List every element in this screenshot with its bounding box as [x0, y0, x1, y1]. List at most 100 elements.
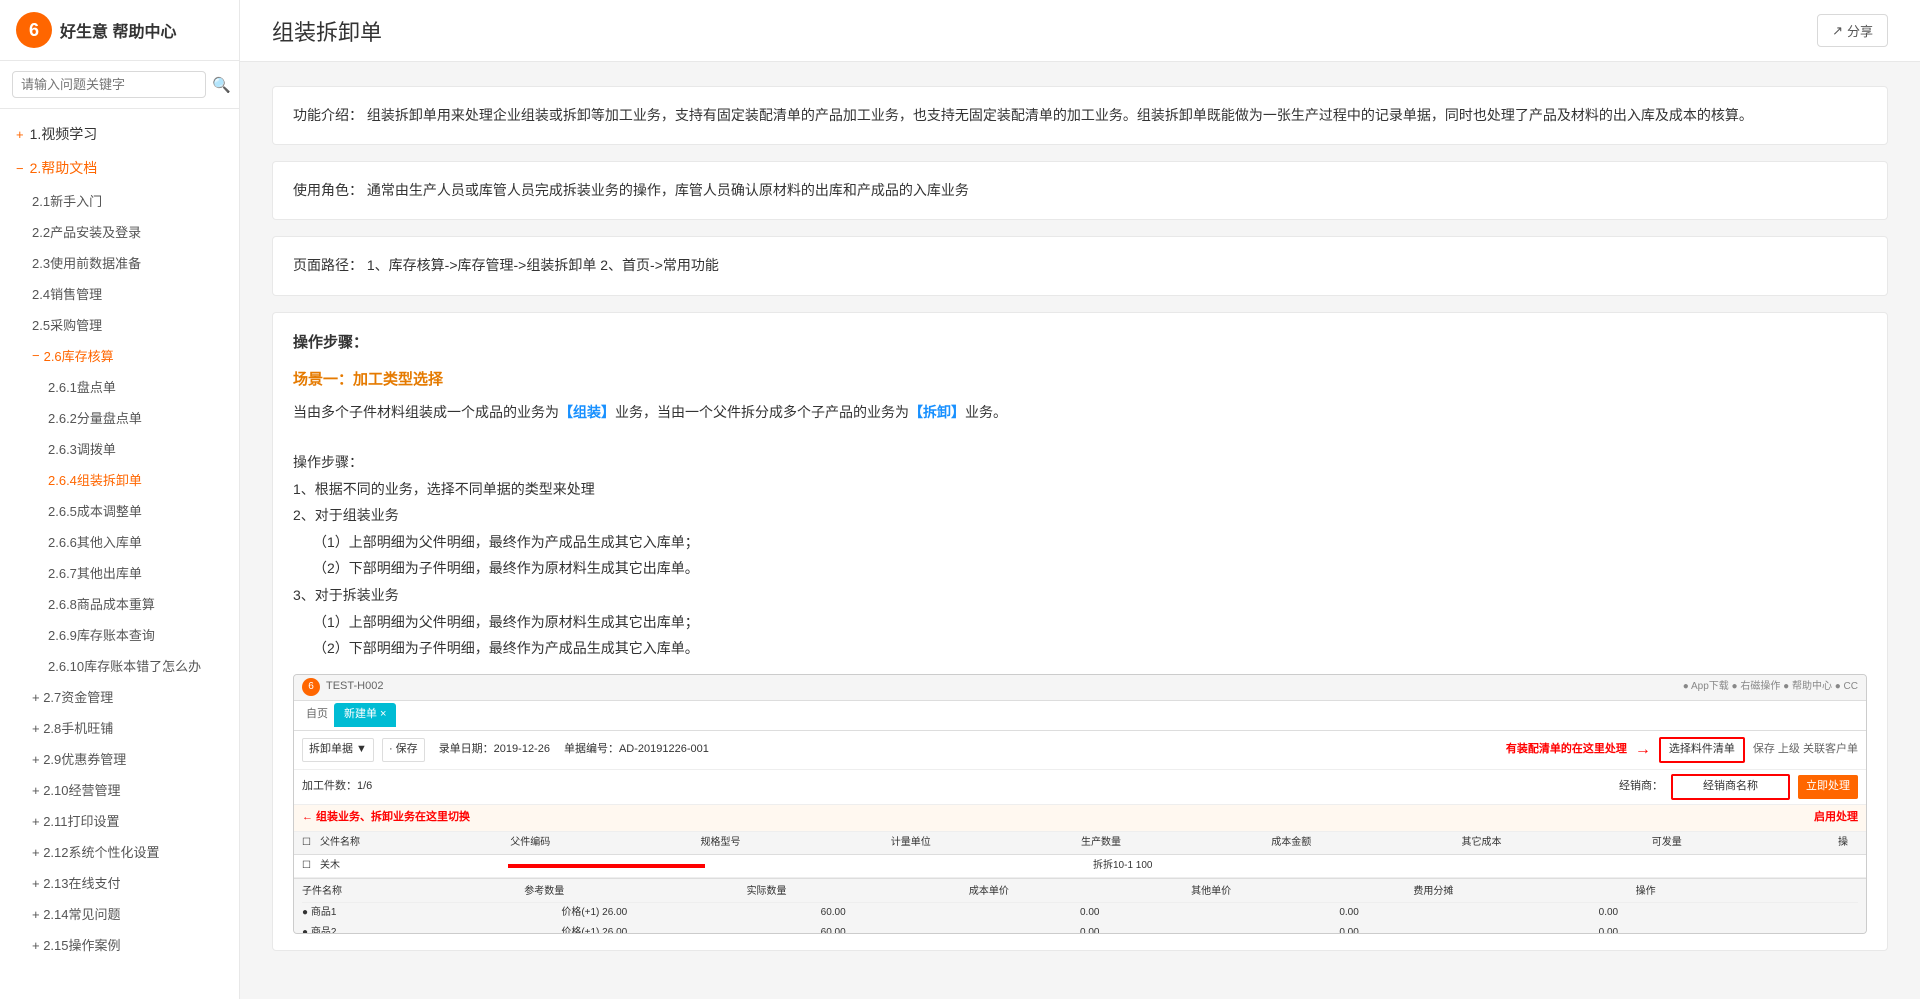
step3-2: （2）下部明细为子件明细，最终作为产成品生成其它入库单。 [293, 635, 1867, 662]
mock-topbar: 6 TEST-H002 ● App下载 ● 右磁操作 ● 帮助中心 ● CC [294, 675, 1866, 701]
sub-row-1: ● 商品1 价格(+1) 26.00 60.00 0.00 0.00 0.00 [302, 903, 1858, 923]
td-parent-name: 关木 [316, 857, 508, 875]
minus-icon: − [16, 161, 24, 176]
mock-annotation-row: ← 组装业务、拆卸业务在这里切换 启用处理 [294, 805, 1866, 832]
sub-row-2: ● 商品2 价格(+1) 26.00 60.00 0.00 0.00 0.00 [302, 923, 1858, 934]
search-box: 🔍 [0, 61, 239, 109]
sidebar-item-ops[interactable]: + 2.10经营管理 [0, 774, 239, 805]
step1: 1、根据不同的业务，选择不同单据的类型来处理 [293, 476, 1867, 503]
th-other-cost: 其它成本 [1458, 834, 1648, 852]
sidebar-item-label: 1.视频学习 [30, 124, 98, 144]
sidebar-item-cost-adjust[interactable]: 2.6.5成本调整单 [0, 495, 239, 526]
mock-date: 录单日期：2019-12-26 [439, 740, 550, 760]
mock-logo: 6 [302, 678, 320, 696]
sidebar-item-ledger-fix[interactable]: 2.6.10库存账本错了怎么办 [0, 650, 239, 681]
sidebar-header: 6 好生意 帮助中心 [0, 0, 239, 61]
sidebar-item-finance[interactable]: + 2.7资金管理 [0, 681, 239, 712]
search-icon[interactable]: 🔍 [212, 76, 231, 94]
sub-td-c23: 0.00 [1599, 924, 1858, 934]
sidebar-item-purchase[interactable]: 2.5采购管理 [0, 309, 239, 340]
th-qty: 生产数量 [1077, 834, 1267, 852]
logo-text: 好生意 帮助中心 [60, 18, 176, 42]
sidebar-item-new-user[interactable]: 2.1新手入门 [0, 185, 239, 216]
mock-num-label: 加工件数：1/6 [302, 777, 372, 797]
mock-form-header: 拆卸单据 ▼ · 保存 录单日期：2019-12-26 单据编号：AD-2019… [294, 731, 1866, 771]
mock-sub-header: 子件名称 参考数量 实际数量 成本单价 其他单价 费用分摊 操作 [302, 882, 1858, 903]
sidebar-item-docs[interactable]: − 2.帮助文档 [0, 151, 239, 185]
step3: 3、对于拆装业务 [293, 582, 1867, 609]
sidebar-item-print[interactable]: + 2.11打印设置 [0, 805, 239, 836]
th-unit: 计量单位 [887, 834, 1077, 852]
sub-th-name: 子件名称 [302, 883, 524, 901]
scenario-desc1: 当由多个子件材料组装成一个成品的业务为【组装】业务，当由一个父件拆分成多个子产品… [293, 399, 1867, 426]
sidebar-item-payment[interactable]: + 2.13在线支付 [0, 867, 239, 898]
role-label: 使用角色： [293, 182, 363, 198]
mock-enable-annotation: 启用处理 [1814, 808, 1858, 828]
search-input[interactable] [12, 71, 206, 98]
logo-icon: 6 [16, 12, 52, 48]
sub-th-cost1: 成本单价 [969, 883, 1191, 901]
th-cost: 成本金额 [1267, 834, 1457, 852]
mock-annotation-1: 有装配清单的在这里处理 [1506, 740, 1627, 760]
mock-sub-table: 子件名称 参考数量 实际数量 成本单价 其他单价 费用分摊 操作 ● 商品1 价… [294, 878, 1866, 934]
mock-sub-form: 加工件数：1/6 经销商： 经销商名称 立即处理 [294, 770, 1866, 805]
sidebar-item-videos[interactable]: + 1.视频学习 [0, 117, 239, 151]
sub-th-cost3: 费用分摊 [1413, 883, 1635, 901]
th-avail: 可发量 [1648, 834, 1838, 852]
sidebar-item-mobile[interactable]: + 2.8手机旺铺 [0, 712, 239, 743]
sidebar-item-faq[interactable]: + 2.14常见问题 [0, 898, 239, 929]
sidebar-item-stocktake[interactable]: 2.6.1盘点单 [0, 371, 239, 402]
ops-steps-sub-label: 操作步骤： [293, 450, 1867, 475]
sidebar: 6 好生意 帮助中心 🔍 + 1.视频学习 − 2.帮助文档 2.1新手入门 2… [0, 0, 240, 999]
path-text: 1、库存核算->库存管理->组装拆卸单 2、首页->常用功能 [367, 257, 719, 273]
step3-1: （1）上部明细为父件明细，最终作为原材料生成其它出库单； [293, 609, 1867, 636]
mock-sub-rows: 子件名称 参考数量 实际数量 成本单价 其他单价 费用分摊 操作 ● 商品1 价… [302, 882, 1858, 934]
sidebar-item-cost-recalc[interactable]: 2.6.8商品成本重算 [0, 588, 239, 619]
sidebar-item-partial-stocktake[interactable]: 2.6.2分量盘点单 [0, 402, 239, 433]
th-parent-name: 父件名称 [316, 834, 506, 852]
th-check: ☐ [302, 834, 316, 852]
main-content: 组装拆卸单 ↗ 分享 功能介绍： 组装拆卸单用来处理企业组装或拆卸等加工业务，支… [240, 0, 1920, 999]
minus-small-icon: − [32, 348, 40, 363]
mock-dealer-input: 经销商名称 [1671, 774, 1790, 800]
sidebar-item-transfer[interactable]: 2.6.3调拨单 [0, 433, 239, 464]
sub-td-c1: 0.00 [1080, 904, 1339, 922]
sub-th-qty: 参考数量 [524, 883, 746, 901]
sidebar-item-assembly[interactable]: 2.6.4组装拆卸单 [0, 464, 239, 495]
content-area: 功能介绍： 组装拆卸单用来处理企业组装或拆卸等加工业务，支持有固定装配清单的产品… [240, 62, 1920, 999]
path-block: 页面路径： 1、库存核算->库存管理->组装拆卸单 2、首页->常用功能 [272, 236, 1888, 295]
sub-td-name1: ● 商品1 [302, 904, 561, 922]
sidebar-item-inventory[interactable]: − 2.6库存核算 [0, 340, 239, 371]
mock-confirm-btn: 立即处理 [1798, 775, 1858, 799]
step2-2: （2）下部明细为子件明细，最终作为原材料生成其它出库单。 [293, 555, 1867, 582]
sub-td-c3: 0.00 [1599, 904, 1858, 922]
sidebar-item-data-prep[interactable]: 2.3使用前数据准备 [0, 247, 239, 278]
ops-block: 操作步骤： 场景一：加工类型选择 当由多个子件材料组装成一个成品的业务为【组装】… [272, 312, 1888, 951]
sidebar-item-other-in[interactable]: 2.6.6其他入库单 [0, 526, 239, 557]
sidebar-item-cases[interactable]: + 2.15操作案例 [0, 929, 239, 960]
sidebar-item-install[interactable]: 2.2产品安装及登录 [0, 216, 239, 247]
path-label: 页面路径： [293, 257, 363, 273]
function-intro-text: 组装拆卸单用来处理企业组装或拆卸等加工业务，支持有固定装配清单的产品加工业务，也… [367, 107, 1753, 123]
main-header: 组装拆卸单 ↗ 分享 [240, 0, 1920, 62]
sub-td-c21: 0.00 [1080, 924, 1339, 934]
mock-save-label: 保存 上级 关联客户单 [1753, 740, 1858, 760]
sidebar-item-other-out[interactable]: 2.6.7其他出库单 [0, 557, 239, 588]
sub-th-cost2: 其他单价 [1191, 883, 1413, 901]
mock-table-header: ☐ 父件名称 父件编码 规格型号 计量单位 生产数量 成本金额 其它成本 可发量… [294, 832, 1866, 855]
nav-list: + 1.视频学习 − 2.帮助文档 2.1新手入门 2.2产品安装及登录 2.3… [0, 109, 239, 999]
step2: 2、对于组装业务 [293, 502, 1867, 529]
screenshot-image: 6 TEST-H002 ● App下载 ● 右磁操作 ● 帮助中心 ● CC 自… [293, 674, 1867, 934]
mock-switch-annotation: ← 组装业务、拆卸业务在这里切换 [302, 808, 470, 828]
mock-order-no: 单据编号：AD-20191226-001 [564, 740, 709, 760]
sidebar-item-stock-ledger[interactable]: 2.6.9库存账本查询 [0, 619, 239, 650]
mock-select-btn: 选择料件清单 [1659, 737, 1745, 763]
mock-type-select: 拆卸单据 ▼ [302, 738, 374, 762]
share-button[interactable]: ↗ 分享 [1817, 14, 1888, 47]
ops-label: 操作步骤： [293, 329, 1867, 356]
sidebar-item-sales[interactable]: 2.4销售管理 [0, 278, 239, 309]
sub-td-c22: 0.00 [1339, 924, 1598, 934]
sidebar-item-customize[interactable]: + 2.12系统个性化设置 [0, 836, 239, 867]
sub-td-actual1: 60.00 [821, 904, 1080, 922]
sidebar-item-coupon[interactable]: + 2.9优惠券管理 [0, 743, 239, 774]
